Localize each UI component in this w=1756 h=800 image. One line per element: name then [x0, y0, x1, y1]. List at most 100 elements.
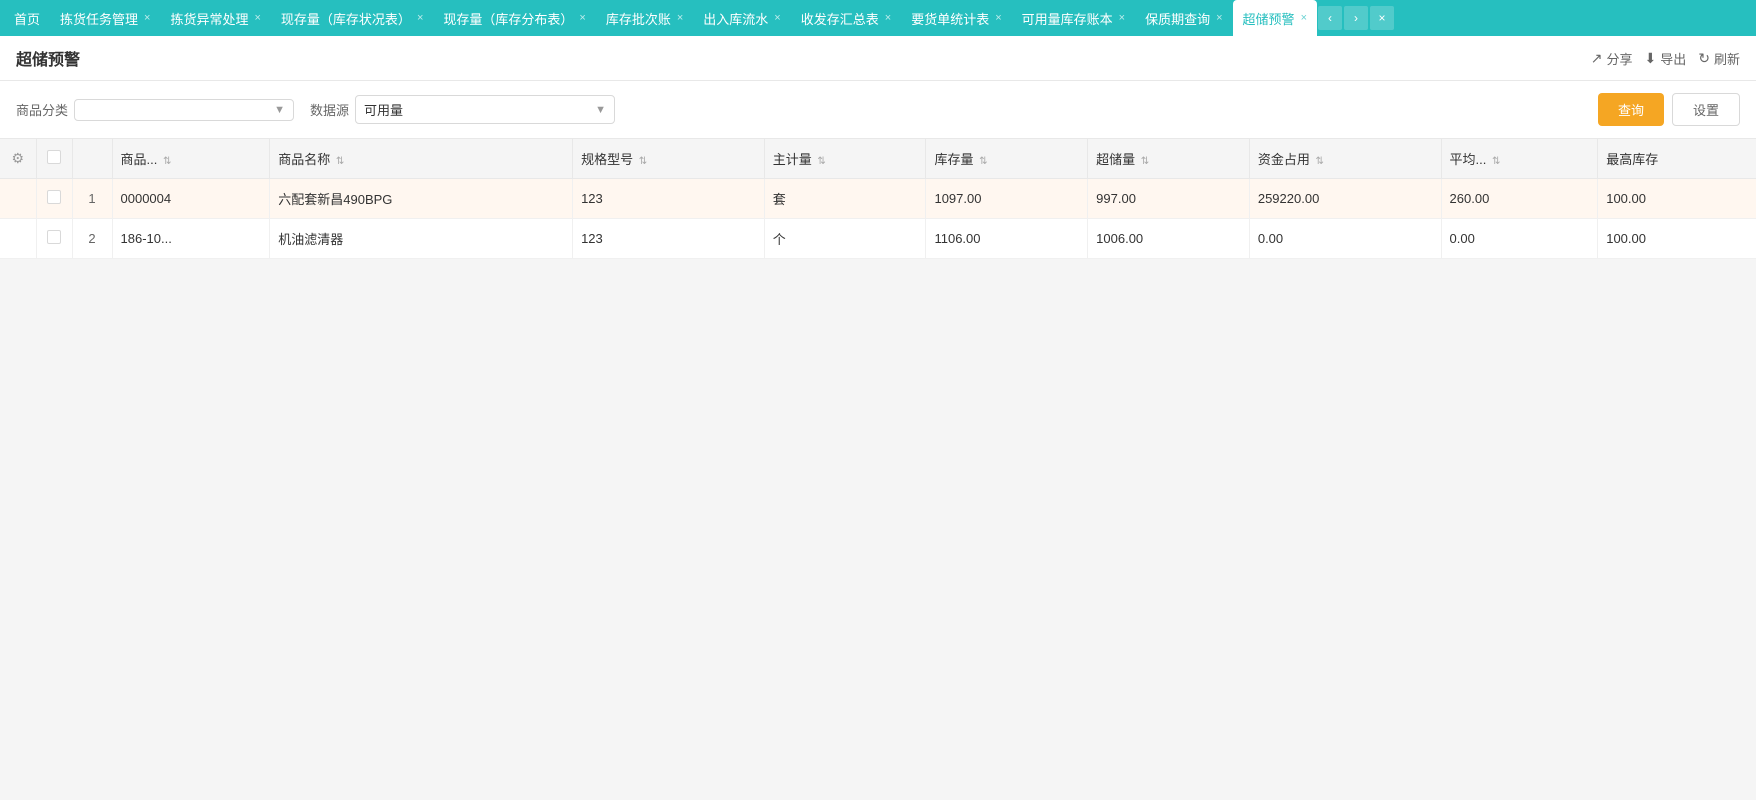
datasource-value: 可用量	[364, 100, 403, 119]
nav-close-task-mgmt[interactable]: ×	[144, 12, 150, 24]
nav-home[interactable]: 首页	[4, 0, 50, 36]
top-navigation: 首页 拣货任务管理 × 拣货异常处理 × 现存量（库存状况表） × 现存量（库存…	[0, 0, 1756, 36]
header-actions: ↗ 分享 ⬇ 导出 ↻ 刷新	[1591, 49, 1740, 68]
header-checkbox[interactable]	[47, 150, 61, 164]
row-capital-1: 0.00	[1249, 219, 1441, 259]
nav-quality-check[interactable]: 保质期查询 ×	[1135, 0, 1232, 36]
row-spec-1: 123	[573, 219, 765, 259]
nav-batch-account[interactable]: 库存批次账 ×	[596, 0, 693, 36]
nav-close-stock-status[interactable]: ×	[417, 12, 423, 24]
nav-stock-status[interactable]: 现存量（库存状况表） ×	[271, 0, 433, 36]
table-header-row: ⚙ 商品... ⇅ 商品名称 ⇅ 规格型号 ⇅	[0, 139, 1756, 179]
row-num-1: 2	[72, 219, 112, 259]
nav-close-collect-summary[interactable]: ×	[885, 12, 891, 24]
row-max-stock-1: 100.00	[1598, 219, 1756, 259]
row-max-stock-0: 100.00	[1598, 179, 1756, 219]
col-header-capital[interactable]: 资金占用 ⇅	[1249, 139, 1441, 179]
col-header-settings[interactable]: ⚙	[0, 139, 36, 179]
filter-actions: 查询 设置	[1598, 93, 1740, 126]
category-filter: 商品分类 ▼	[16, 99, 294, 121]
sort-icon-stock[interactable]: ⇅	[979, 156, 987, 167]
nav-close-inout-flow[interactable]: ×	[774, 12, 780, 24]
category-label: 商品分类	[16, 100, 68, 119]
nav-inout-flow[interactable]: 出入库流水 ×	[693, 0, 790, 36]
col-header-product-code[interactable]: 商品... ⇅	[112, 139, 270, 179]
nav-stock-dist[interactable]: 现存量（库存分布表） ×	[433, 0, 595, 36]
category-select[interactable]: ▼	[74, 99, 294, 121]
sort-icon-capital[interactable]: ⇅	[1315, 156, 1323, 167]
col-header-spec[interactable]: 规格型号 ⇅	[573, 139, 765, 179]
nav-close-abnormal[interactable]: ×	[254, 12, 260, 24]
row-stock-1: 1106.00	[926, 219, 1088, 259]
page-title: 超储预警	[16, 46, 80, 70]
row-checkbox-0[interactable]	[36, 179, 72, 219]
table-row: 1 0000004 六配套新昌490BPG 123 套 1097.00 997.…	[0, 179, 1756, 219]
row-avg-1: 0.00	[1441, 219, 1598, 259]
query-button[interactable]: 查询	[1598, 93, 1664, 126]
col-header-stock[interactable]: 库存量 ⇅	[926, 139, 1088, 179]
col-header-checkbox[interactable]	[36, 139, 72, 179]
sort-icon-unit[interactable]: ⇅	[817, 156, 825, 167]
row-product-name-1: 机油滤清器	[270, 219, 573, 259]
nav-available-account[interactable]: 可用量库存账本 ×	[1012, 0, 1135, 36]
col-header-num	[72, 139, 112, 179]
row-num-0: 1	[72, 179, 112, 219]
table-row: 2 186-10... 机油滤清器 123 个 1106.00 1006.00 …	[0, 219, 1756, 259]
sort-icon-product-name[interactable]: ⇅	[336, 156, 344, 167]
row-overstock-0: 997.00	[1088, 179, 1250, 219]
nav-scroll-left[interactable]: ‹	[1318, 6, 1342, 30]
nav-close-overstock-warning[interactable]: ×	[1301, 12, 1307, 24]
datasource-label: 数据源	[310, 100, 349, 119]
row-checkbox-1[interactable]	[36, 219, 72, 259]
share-icon: ↗	[1591, 50, 1603, 67]
nav-abnormal[interactable]: 拣货异常处理 ×	[160, 0, 270, 36]
row-avg-0: 260.00	[1441, 179, 1598, 219]
refresh-button[interactable]: ↻ 刷新	[1698, 49, 1740, 68]
filter-area: 商品分类 ▼ 数据源 可用量 ▼ 查询 设置	[0, 81, 1756, 139]
row-settings-1	[0, 219, 36, 259]
sort-icon-product-code[interactable]: ⇅	[163, 156, 171, 167]
row-check-0[interactable]	[47, 190, 61, 204]
nav-overstock-warning[interactable]: 超储预警 ×	[1233, 0, 1317, 36]
nav-close-batch-account[interactable]: ×	[677, 12, 683, 24]
col-header-avg[interactable]: 平均... ⇅	[1441, 139, 1598, 179]
datasource-select[interactable]: 可用量 ▼	[355, 95, 615, 124]
row-product-name-0: 六配套新昌490BPG	[270, 179, 573, 219]
col-header-max-stock[interactable]: 最高库存	[1598, 139, 1756, 179]
datasource-chevron-icon: ▼	[595, 104, 606, 116]
category-chevron-icon: ▼	[274, 104, 285, 116]
nav-close-available-account[interactable]: ×	[1119, 12, 1125, 24]
nav-collect-summary[interactable]: 收发存汇总表 ×	[791, 0, 901, 36]
page-header: 超储预警 ↗ 分享 ⬇ 导出 ↻ 刷新	[0, 36, 1756, 81]
col-header-product-name[interactable]: 商品名称 ⇅	[270, 139, 573, 179]
row-capital-0: 259220.00	[1249, 179, 1441, 219]
nav-close-all[interactable]: ×	[1370, 6, 1394, 30]
nav-scroll-right[interactable]: ›	[1344, 6, 1368, 30]
sort-icon-overstock[interactable]: ⇅	[1141, 156, 1149, 167]
overstock-table: ⚙ 商品... ⇅ 商品名称 ⇅ 规格型号 ⇅	[0, 139, 1756, 259]
refresh-icon: ↻	[1698, 50, 1710, 67]
row-settings-0	[0, 179, 36, 219]
export-button[interactable]: ⬇ 导出	[1645, 49, 1687, 68]
nav-close-quality-check[interactable]: ×	[1216, 12, 1222, 24]
export-icon: ⬇	[1645, 50, 1657, 67]
settings-gear-icon[interactable]: ⚙	[11, 150, 24, 166]
nav-order-stats[interactable]: 要货单统计表 ×	[901, 0, 1011, 36]
row-check-1[interactable]	[47, 230, 61, 244]
sort-icon-spec[interactable]: ⇅	[639, 156, 647, 167]
data-table-container: ⚙ 商品... ⇅ 商品名称 ⇅ 规格型号 ⇅	[0, 139, 1756, 259]
row-stock-0: 1097.00	[926, 179, 1088, 219]
row-unit-1: 个	[764, 219, 926, 259]
row-product-code-0: 0000004	[112, 179, 270, 219]
col-header-overstock[interactable]: 超储量 ⇅	[1088, 139, 1250, 179]
row-overstock-1: 1006.00	[1088, 219, 1250, 259]
nav-task-mgmt[interactable]: 拣货任务管理 ×	[50, 0, 160, 36]
col-header-unit[interactable]: 主计量 ⇅	[764, 139, 926, 179]
nav-close-order-stats[interactable]: ×	[995, 12, 1001, 24]
nav-close-stock-dist[interactable]: ×	[579, 12, 585, 24]
share-button[interactable]: ↗ 分享	[1591, 49, 1633, 68]
sort-icon-avg[interactable]: ⇅	[1492, 156, 1500, 167]
datasource-filter: 数据源 可用量 ▼	[310, 95, 615, 124]
row-unit-0: 套	[764, 179, 926, 219]
settings-button[interactable]: 设置	[1672, 93, 1740, 126]
